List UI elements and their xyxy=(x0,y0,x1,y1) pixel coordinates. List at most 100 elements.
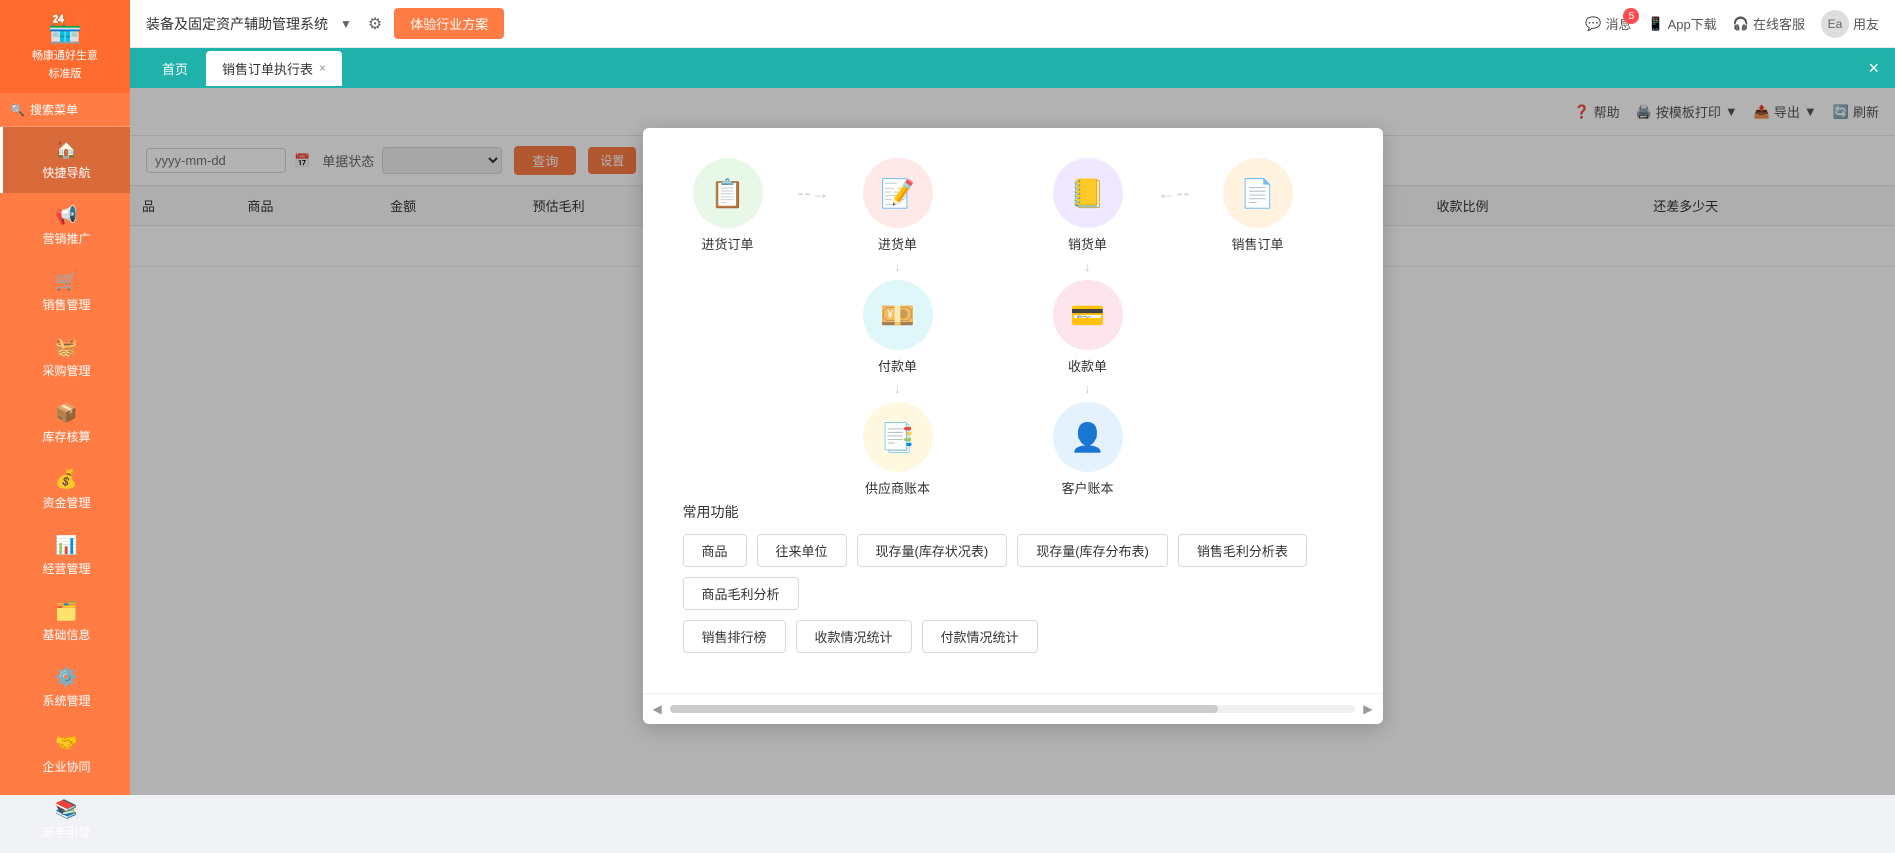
service-button[interactable]: 🎧 在线客服 xyxy=(1733,14,1805,33)
flow-node-receipt[interactable]: 💳 xyxy=(1043,280,1133,350)
sidebar-item-guide[interactable]: 📚 新手引导 xyxy=(0,787,130,853)
page-content: ❓ 帮助 🖨️ 按模板打印 ▼ 📤 导出 ▼ 🔄 刷新 xyxy=(130,88,1895,795)
sidebar-item-label: 企业协同 xyxy=(42,758,90,775)
common-functions: 常用功能 商品 往来单位 现存量(库存状况表) 现存量(库存分布表) 销售毛利分… xyxy=(683,502,1343,653)
window-close-button[interactable]: × xyxy=(1868,59,1879,77)
tab-sales-order[interactable]: 销售订单执行表 × xyxy=(206,51,342,86)
func-btn-product[interactable]: 商品 xyxy=(683,534,747,567)
func-btn-sales-gross[interactable]: 销售毛利分析表 xyxy=(1178,534,1307,567)
purchase-order-icon: 📋 xyxy=(693,158,763,228)
collab-icon: 🤝 xyxy=(55,733,77,754)
search-icon: 🔍 xyxy=(10,103,25,117)
label-purchase-order: 进货订单 xyxy=(683,228,773,253)
func-btn-stock-dist[interactable]: 现存量(库存分布表) xyxy=(1017,534,1168,567)
message-button[interactable]: 💬 消息 5 xyxy=(1585,14,1631,33)
sidebar-item-label: 基础信息 xyxy=(42,626,90,643)
user-label: 用友 xyxy=(1853,14,1879,33)
v-arrow-sales: ↓ xyxy=(1043,253,1133,280)
purchase-icon: 🧺 xyxy=(55,337,77,358)
sidebar-search[interactable]: 🔍 搜索菜单 xyxy=(0,93,130,127)
label-receipt: 收款单 xyxy=(1043,350,1133,375)
sidebar-item-label: 采购管理 xyxy=(42,362,90,379)
func-btn-partner[interactable]: 往来单位 xyxy=(757,534,847,567)
logo-sub: 标准版 xyxy=(49,65,82,81)
sidebar-item-system[interactable]: ⚙️ 系统管理 xyxy=(0,655,130,721)
sidebar-item-label: 快捷导航 xyxy=(42,164,90,181)
app-icon: 📱 xyxy=(1647,16,1663,32)
func-btn-receipt-stats[interactable]: 收款情况统计 xyxy=(796,620,912,653)
receipt-icon: 💳 xyxy=(1053,280,1123,350)
flow-node-purchase-bill[interactable]: 📝 xyxy=(853,158,943,228)
tab-active-label: 销售订单执行表 xyxy=(222,59,313,78)
modal-overlay: 📋 - - → 📝 📒 xyxy=(130,88,1895,795)
tab-close-icon[interactable]: × xyxy=(319,61,326,75)
topbar-dropdown[interactable]: ▼ xyxy=(340,17,352,31)
guide-icon: 📚 xyxy=(55,799,77,820)
sales-bill-icon: 📒 xyxy=(1053,158,1123,228)
flow-node-customer-ledger[interactable]: 👤 xyxy=(1043,402,1133,472)
func-btn-payment-stats[interactable]: 付款情况统计 xyxy=(922,620,1038,653)
marketing-icon: 📢 xyxy=(55,205,77,226)
purchase-bill-icon: 📝 xyxy=(863,158,933,228)
sidebar-logo[interactable]: 🏪 畅康通好生意 标准版 xyxy=(0,0,130,93)
sidebar-item-purchase[interactable]: 🧺 采购管理 xyxy=(0,325,130,391)
scrollbar-right-arrow[interactable]: ▶ xyxy=(1363,702,1372,716)
flow-node-payment[interactable]: 💴 xyxy=(853,280,943,350)
sidebar-item-quick-nav[interactable]: 🏠 快捷导航 xyxy=(0,127,130,193)
sales-icon: 🛒 xyxy=(55,271,77,292)
modal-scrollbar: ◀ ▶ xyxy=(643,693,1383,724)
message-icon: 💬 xyxy=(1585,16,1601,32)
flow-node-supplier-ledger[interactable]: 📑 xyxy=(853,402,943,472)
system-title: 装备及固定资产辅助管理系统 xyxy=(146,14,328,34)
sidebar-item-basic-info[interactable]: 🗂️ 基础信息 xyxy=(0,589,130,655)
flow-diagram: 📋 - - → 📝 📒 xyxy=(683,158,1343,497)
logo-name: 畅康通好生意 xyxy=(32,47,98,63)
sidebar-item-label: 资金管理 xyxy=(42,494,90,511)
home-icon: 🏠 xyxy=(55,139,77,160)
sidebar-item-sales[interactable]: 🛒 销售管理 xyxy=(0,259,130,325)
supplier-ledger-icon: 📑 xyxy=(863,402,933,472)
inventory-icon: 📦 xyxy=(55,403,77,424)
label-supplier-ledger: 供应商账本 xyxy=(853,472,943,497)
trial-button[interactable]: 体验行业方案 xyxy=(394,8,504,39)
sidebar: 🏪 畅康通好生意 标准版 🔍 搜索菜单 🏠 快捷导航 📢 营销推广 🛒 销售管理… xyxy=(0,0,130,795)
sidebar-item-label: 经营管理 xyxy=(42,560,90,577)
func-btn-sales-ranking[interactable]: 销售排行榜 xyxy=(683,620,786,653)
sidebar-item-collab[interactable]: 🤝 企业协同 xyxy=(0,721,130,787)
flow-node-sales-bill[interactable]: 📒 xyxy=(1043,158,1133,228)
common-functions-title: 常用功能 xyxy=(683,502,1343,522)
flow-node-sales-order[interactable]: 📄 xyxy=(1213,158,1303,228)
v-arrow-receipt: ↓ xyxy=(1043,375,1133,402)
modal-dialog: 📋 - - → 📝 📒 xyxy=(643,128,1383,724)
v-arrow-purchase: ↓ xyxy=(853,253,943,280)
user-avatar[interactable]: Ea 用友 xyxy=(1821,10,1879,38)
scrollbar-thumb xyxy=(670,705,1218,713)
topbar: 装备及固定资产辅助管理系统 ▼ ⚙ 体验行业方案 💬 消息 5 📱 App下载 … xyxy=(130,0,1895,48)
payment-icon: 💴 xyxy=(863,280,933,350)
app-download-button[interactable]: 📱 App下载 xyxy=(1647,14,1716,33)
sidebar-item-operations[interactable]: 📊 经营管理 xyxy=(0,523,130,589)
func-buttons-row-2: 销售排行榜 收款情况统计 付款情况统计 xyxy=(683,620,1343,653)
sidebar-item-inventory[interactable]: 📦 库存核算 xyxy=(0,391,130,457)
modal-body: 📋 - - → 📝 📒 xyxy=(643,128,1383,693)
sidebar-item-label: 库存核算 xyxy=(42,428,90,445)
tab-home[interactable]: 首页 xyxy=(146,51,204,86)
label-sales-bill: 销货单 xyxy=(1043,228,1133,253)
sidebar-item-label: 营销推广 xyxy=(42,230,90,247)
flow-node-purchase-order[interactable]: 📋 xyxy=(683,158,773,228)
topbar-right: 💬 消息 5 📱 App下载 🎧 在线客服 Ea 用友 xyxy=(1585,10,1879,38)
service-icon: 🎧 xyxy=(1733,16,1749,32)
func-btn-product-gross[interactable]: 商品毛利分析 xyxy=(683,577,799,610)
func-btn-stock-status[interactable]: 现存量(库存状况表) xyxy=(857,534,1008,567)
label-purchase-bill: 进货单 xyxy=(853,228,943,253)
sidebar-item-finance[interactable]: 💰 资金管理 xyxy=(0,457,130,523)
service-label: 在线客服 xyxy=(1753,14,1805,33)
sidebar-nav: 🏠 快捷导航 📢 营销推广 🛒 销售管理 🧺 采购管理 📦 库存核算 💰 xyxy=(0,127,130,853)
logo-icon: 🏪 xyxy=(48,12,83,45)
sidebar-item-marketing[interactable]: 📢 营销推广 xyxy=(0,193,130,259)
sidebar-item-label: 销售管理 xyxy=(42,296,90,313)
scrollbar-left-arrow[interactable]: ◀ xyxy=(653,702,662,716)
scrollbar-track[interactable] xyxy=(670,705,1356,713)
settings-icon[interactable]: ⚙ xyxy=(368,14,382,34)
label-payment: 付款单 xyxy=(853,350,943,375)
